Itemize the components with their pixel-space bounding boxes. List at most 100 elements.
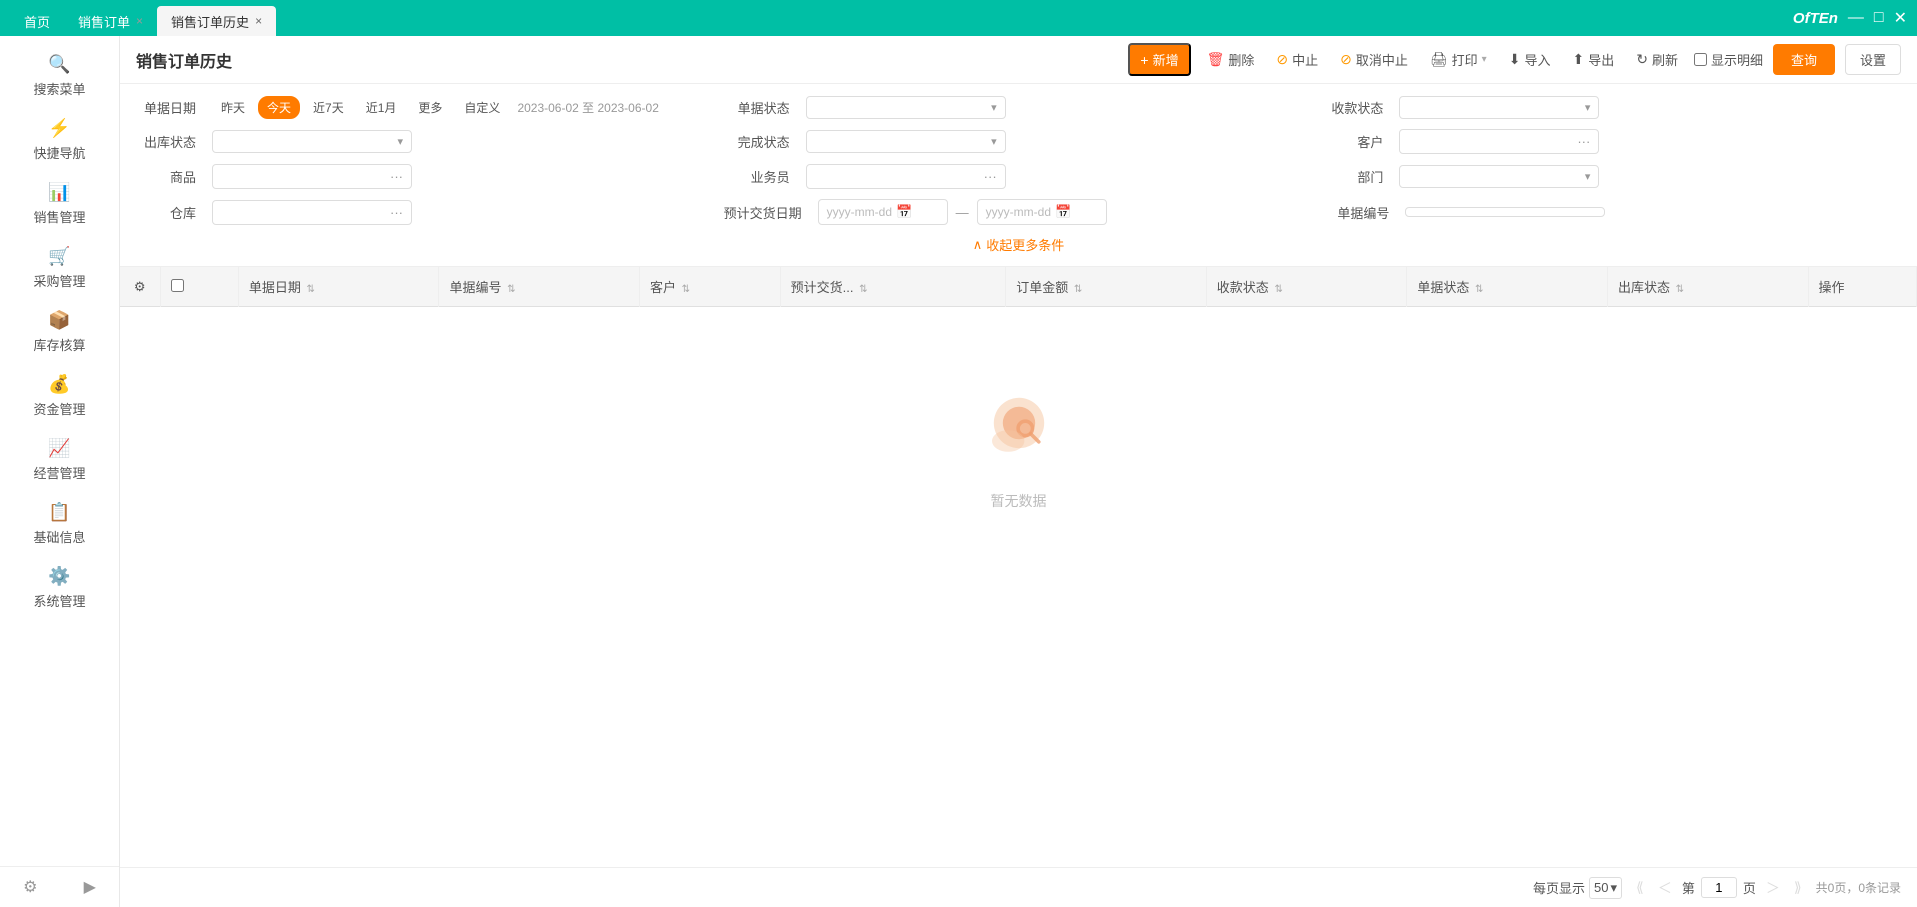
prev-page-btn[interactable]: ＜ (1654, 876, 1676, 900)
th-order-amount[interactable]: 订单金额 ⇅ (1006, 267, 1207, 307)
sidebar-item-purchase-mgmt[interactable]: 🛒 采购管理 (0, 236, 119, 300)
th-expected-date[interactable]: 预计交货... ⇅ (780, 267, 1006, 307)
sidebar-item-label: 经营管理 (33, 463, 85, 482)
basic-info-icon: 📋 (48, 502, 70, 523)
payment-status-select[interactable]: ▾ (1399, 96, 1599, 119)
salesperson-label: 业务员 (730, 167, 790, 186)
import-button[interactable]: ⬇ 导入 (1503, 46, 1557, 73)
goods-control: ··· (212, 164, 714, 189)
pagination: ⟪ ＜ 第 页 ＞ ⟫ (1632, 876, 1806, 900)
payment-status-arrow: ▾ (1585, 101, 1591, 114)
sort-order-amount-icon: ⇅ (1074, 284, 1082, 295)
page-suffix: 页 (1743, 878, 1756, 897)
select-all-checkbox[interactable] (171, 279, 184, 292)
dept-select[interactable]: ▾ (1399, 165, 1599, 188)
date-to-cal-icon[interactable]: 📅 (1055, 204, 1071, 220)
date-btn-yesterday[interactable]: 昨天 (212, 96, 254, 119)
query-button[interactable]: 查询 (1773, 44, 1835, 75)
delete-icon: 🗑 (1207, 51, 1225, 68)
sidebar-item-search-menu[interactable]: 🔍 搜索菜单 (0, 44, 119, 108)
close-btn[interactable]: ✕ (1894, 8, 1907, 28)
date-btn-custom[interactable]: 自定义 (455, 96, 509, 119)
stop-label: 中止 (1292, 50, 1318, 69)
toolbar: + 新增 🗑 删除 ⊘ 中止 ⊘ 取消中止 🖨 打印 (1128, 43, 1901, 76)
collapse-bar[interactable]: ∧ 收起更多条件 (136, 235, 1901, 254)
bill-no-label: 单据编号 (1329, 203, 1389, 222)
tab-sales-order-close[interactable]: × (136, 15, 143, 27)
first-page-btn[interactable]: ⟪ (1632, 877, 1648, 898)
collapse-label: 收起更多条件 (986, 235, 1064, 254)
complete-status-select[interactable]: ▾ (806, 130, 1006, 153)
system-icon: ⚙️ (48, 566, 70, 587)
th-payment-status[interactable]: 收款状态 ⇅ (1206, 267, 1407, 307)
sidebar-item-system[interactable]: ⚙️ 系统管理 (0, 556, 119, 620)
warehouse-label: 仓库 (136, 203, 196, 222)
th-bill-date[interactable]: 单据日期 ⇅ (238, 267, 439, 307)
th-checkbox[interactable] (160, 267, 238, 307)
new-button[interactable]: + 新增 (1128, 43, 1190, 76)
bill-no-control (1405, 207, 1901, 217)
date-from-cal-icon[interactable]: 📅 (896, 204, 912, 220)
set-button[interactable]: 设置 (1845, 44, 1901, 75)
refresh-button[interactable]: ↻ 刷新 (1630, 46, 1684, 73)
date-btn-today[interactable]: 今天 (258, 96, 300, 119)
sidebar-settings-icon[interactable]: ⚙ (23, 877, 37, 897)
th-gear[interactable]: ⚙ (120, 267, 160, 307)
sidebar-expand-icon[interactable]: ▶ (84, 877, 96, 897)
tab-home[interactable]: 首页 (10, 6, 64, 36)
goods-dots: ··· (390, 169, 403, 184)
min-btn[interactable]: — (1848, 9, 1864, 27)
date-btn-last1m[interactable]: 近1月 (357, 96, 406, 119)
filter-row-2: 出库状态 ▾ 完成状态 ▾ 客户 ··· (136, 129, 1901, 154)
salesperson-input[interactable]: ··· (806, 164, 1006, 189)
th-out-status[interactable]: 出库状态 ⇅ (1607, 267, 1808, 307)
new-label: 新增 (1153, 50, 1179, 69)
cancel-stop-button[interactable]: ⊘ 取消中止 (1334, 46, 1414, 73)
page-input[interactable] (1701, 877, 1737, 898)
date-btn-more[interactable]: 更多 (409, 96, 451, 119)
out-status-select[interactable]: ▾ (212, 130, 412, 153)
show-detail-checkbox[interactable] (1694, 53, 1707, 66)
stop-button[interactable]: ⊘ 中止 (1270, 46, 1324, 73)
next-page-btn[interactable]: ＞ (1762, 876, 1784, 900)
tab-sales-order[interactable]: 销售订单 × (64, 6, 157, 36)
sidebar-item-operations[interactable]: 📈 经营管理 (0, 428, 119, 492)
sidebar-item-finance[interactable]: 💰 资金管理 (0, 364, 119, 428)
th-customer[interactable]: 客户 ⇅ (640, 267, 781, 307)
empty-icon (974, 387, 1064, 477)
per-page-value: 50 (1594, 880, 1608, 895)
th-bill-no[interactable]: 单据编号 ⇅ (439, 267, 640, 307)
goods-input[interactable]: ··· (212, 164, 412, 189)
show-detail-checkbox-label[interactable]: 显示明细 (1694, 50, 1763, 69)
date-from-placeholder: yyyy-mm-dd (827, 205, 892, 219)
max-btn[interactable]: □ (1874, 9, 1884, 27)
sidebar-item-label: 库存核算 (33, 335, 85, 354)
sidebar-item-quick-nav[interactable]: ⚡ 快捷导航 (0, 108, 119, 172)
date-separator: — (956, 205, 969, 220)
top-bar-right: OfTEn — □ ✕ (1793, 8, 1907, 28)
date-btn-last7[interactable]: 近7天 (304, 96, 353, 119)
dept-control: ▾ (1399, 165, 1901, 188)
export-button[interactable]: ⬆ 导出 (1566, 46, 1620, 73)
per-page-box[interactable]: 50 ▾ (1589, 877, 1622, 899)
sidebar-item-sales-mgmt[interactable]: 📊 销售管理 (0, 172, 119, 236)
refresh-label: 刷新 (1652, 50, 1678, 69)
sidebar-bottom: ⚙ ▶ (0, 866, 119, 907)
print-button[interactable]: 🖨 打印 ▾ (1424, 46, 1493, 73)
th-bill-status[interactable]: 单据状态 ⇅ (1407, 267, 1608, 307)
tab-sales-order-history[interactable]: 销售订单历史 × (157, 6, 276, 36)
last-page-btn[interactable]: ⟫ (1790, 877, 1806, 898)
bill-no-input[interactable] (1405, 207, 1605, 217)
refresh-icon: ↻ (1636, 51, 1648, 68)
delete-button[interactable]: 🗑 删除 (1201, 46, 1261, 73)
sort-bill-date-icon: ⇅ (307, 284, 315, 295)
warehouse-input[interactable]: ··· (212, 200, 412, 225)
sidebar-item-basic-info[interactable]: 📋 基础信息 (0, 492, 119, 556)
stop-icon: ⊘ (1276, 51, 1288, 68)
customer-input[interactable]: ··· (1399, 129, 1599, 154)
sidebar-item-inventory[interactable]: 📦 库存核算 (0, 300, 119, 364)
bill-status-select[interactable]: ▾ (806, 96, 1006, 119)
print-label: 打印 (1452, 50, 1478, 69)
tab-sales-order-history-close[interactable]: × (255, 15, 262, 27)
sort-bill-no-icon: ⇅ (507, 284, 515, 295)
